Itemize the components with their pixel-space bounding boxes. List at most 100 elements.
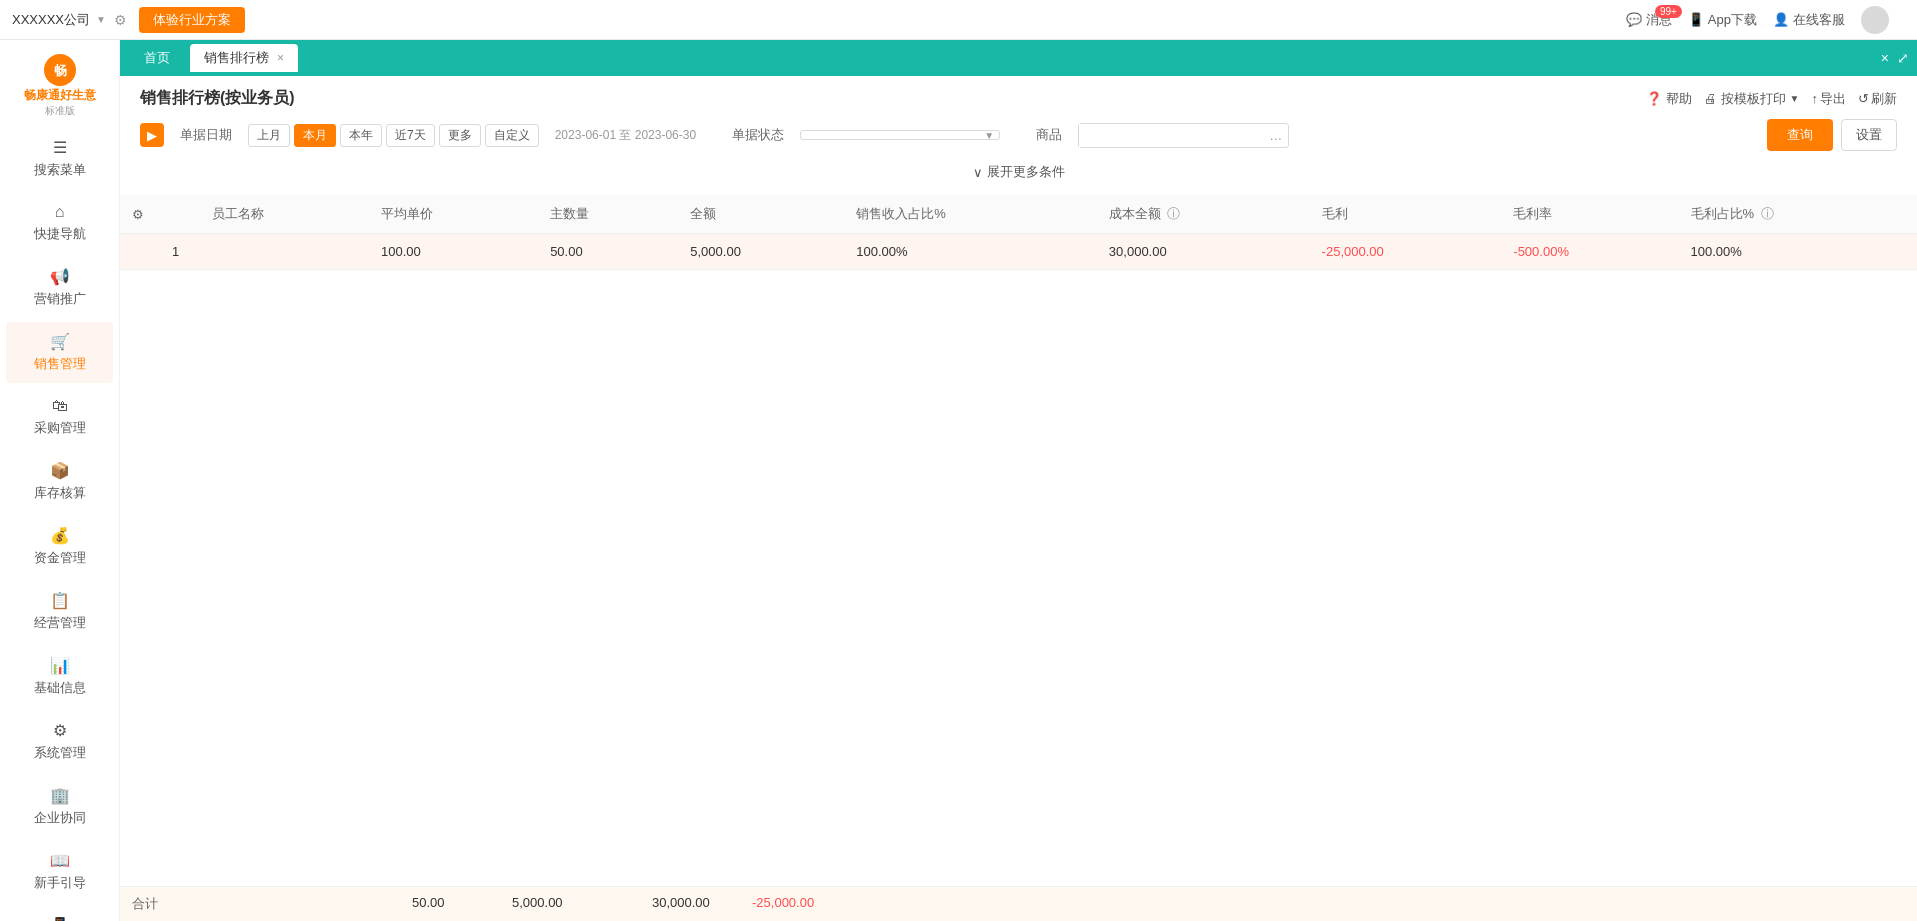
help-btn[interactable]: ❓ 帮助 [1646,90,1692,108]
table-row: 1 100.00 50.00 5,000.00 100.00% 30,000.0… [120,234,1917,270]
sidebar-item-enterprise[interactable]: 🏢 企业协同 [6,776,113,837]
date-more-btn[interactable]: 更多 [439,124,481,147]
company-arrow-icon: ▼ [96,14,106,25]
sidebar-item-purchase[interactable]: 🛍 采购管理 [6,387,113,447]
col-settings-icon[interactable]: ⚙ [132,207,144,222]
sidebar-item-marketing[interactable]: 📢 营销推广 [6,257,113,318]
cell-avg-price: 100.00 [369,234,538,270]
sidebar: 畅 畅康通好生意 标准版 ☰ 搜索菜单 ⌂ 快捷导航 📢 营销推广 🛒 销售管理… [0,40,120,921]
page-content: 销售排行榜(按业务员) ❓ 帮助 🖨 按模板打印 ▼ ↑ 导出 [120,76,1917,921]
settings-btn[interactable]: 设置 [1841,119,1897,151]
topbar-gear-icon[interactable]: ⚙ [114,12,127,28]
cell-gross-rate: -500.00% [1501,234,1678,270]
content: 首页 销售排行榜 × × ⤢ 销售排行榜(按业务员) ❓ 帮助 [120,40,1917,921]
tab-right-controls: × ⤢ [1881,50,1909,66]
date-range-display: 2023-06-01 至 2023-06-30 [555,127,696,144]
tab-home[interactable]: 首页 [128,40,186,76]
date-custom-btn[interactable]: 自定义 [485,124,539,147]
cost-info-icon[interactable]: ⓘ [1167,206,1180,221]
sales-icon: 🛒 [50,332,70,351]
tab-label: 销售排行榜 [204,49,269,67]
finance-icon: 💰 [50,526,70,545]
trial-btn[interactable]: 体验行业方案 [139,7,245,33]
expand-more-row: ∨ 展开更多条件 [140,159,1897,185]
sidebar-item-apps[interactable]: 📱 应用中心 [6,906,113,921]
col-avg-price: 平均单价 [369,195,538,234]
cell-quantity: 50.00 [538,234,678,270]
query-btn[interactable]: 查询 [1767,119,1833,151]
service-label: 在线客服 [1793,11,1845,29]
avatar[interactable] [1861,6,1889,34]
sidebar-item-search-order[interactable]: ☰ 搜索菜单 [6,128,113,189]
message-badge: 99+ [1655,5,1682,18]
sidebar-item-label: 营销推广 [34,290,86,308]
company-selector[interactable]: XXXXXX公司 ▼ [12,11,106,29]
sidebar-item-guide[interactable]: 📖 新手引导 [6,841,113,902]
date-cur-month-btn[interactable]: 本月 [294,124,336,147]
cell-sales-pct: 100.00% [844,234,1097,270]
maximize-icon[interactable]: ⤢ [1897,50,1909,66]
date-last7-btn[interactable]: 近7天 [386,124,435,147]
expand-down-icon: ∨ [973,165,983,180]
col-gross: 毛利 [1310,195,1502,234]
col-cost: 成本全额 ⓘ [1097,195,1310,234]
message-btn[interactable]: 💬 消息 99+ [1626,11,1672,29]
gross-pct-info-icon[interactable]: ⓘ [1761,206,1774,221]
table-container: ⚙ 员工名称 平均单价 主数量 全额 销售收入占比% 成本全额 ⓘ [120,195,1917,886]
app-download-btn[interactable]: 📱 App下载 [1688,11,1757,29]
goods-input[interactable] [1079,124,1263,147]
print-icon: 🖨 [1704,91,1717,106]
status-select[interactable] [800,130,1000,140]
purchase-icon: 🛍 [52,397,68,415]
basic-icon: 📊 [50,656,70,675]
minimize-icon[interactable]: × [1881,50,1889,66]
filter-toggle-btn[interactable]: ▶ [140,123,164,147]
export-icon: ↑ [1812,91,1819,106]
page-header: 销售排行榜(按业务员) ❓ 帮助 🖨 按模板打印 ▼ ↑ 导出 [120,76,1917,109]
goods-label: 商品 [1036,126,1062,144]
service-icon: 👤 [1773,12,1789,27]
goods-input-wrapper: … [1078,123,1289,148]
tab-sales-rank[interactable]: 销售排行榜 × [190,44,298,72]
sidebar-item-label: 快捷导航 [34,225,86,243]
sidebar-item-quick-nav[interactable]: ⌂ 快捷导航 [6,193,113,253]
export-btn[interactable]: ↑ 导出 [1812,90,1847,108]
footer-amount: 5,000.00 [512,895,592,913]
company-name: XXXXXX公司 [12,11,90,29]
topbar: XXXXXX公司 ▼ ⚙ 体验行业方案 💬 消息 99+ 📱 App下载 👤 在… [0,0,1917,40]
col-settings[interactable]: ⚙ [120,195,160,234]
refresh-label: 刷新 [1871,90,1897,108]
sidebar-item-operation[interactable]: 📋 经营管理 [6,581,113,642]
status-select-wrapper: ▼ [800,130,1000,140]
message-icon: 💬 [1626,12,1642,27]
sidebar-logo: 畅 畅康通好生意 标准版 [0,40,119,126]
col-gross-pct: 毛利占比% ⓘ [1679,195,1918,234]
sales-rank-table: ⚙ 员工名称 平均单价 主数量 全额 销售收入占比% 成本全额 ⓘ [120,195,1917,270]
sidebar-item-finance[interactable]: 💰 资金管理 [6,516,113,577]
sidebar-item-inventory[interactable]: 📦 库存核算 [6,451,113,512]
enterprise-icon: 🏢 [50,786,70,805]
sidebar-item-label: 企业协同 [34,809,86,827]
tab-close-icon[interactable]: × [277,51,284,65]
date-filters: 上月 本月 本年 近7天 更多 自定义 [248,124,539,147]
cell-amount: 5,000.00 [678,234,844,270]
apps-icon: 📱 [50,916,70,921]
date-cur-year-btn[interactable]: 本年 [340,124,382,147]
sidebar-item-label: 系统管理 [34,744,86,762]
refresh-icon: ↺ [1858,91,1869,106]
guide-icon: 📖 [50,851,70,870]
goods-more-icon[interactable]: … [1263,128,1288,143]
refresh-btn[interactable]: ↺ 刷新 [1858,90,1897,108]
print-btn[interactable]: 🖨 按模板打印 ▼ [1704,90,1800,108]
sidebar-item-system[interactable]: ⚙ 系统管理 [6,711,113,772]
help-icon: ❓ [1646,91,1662,106]
online-service-btn[interactable]: 👤 在线客服 [1773,11,1845,29]
action-buttons: 查询 设置 [1767,119,1897,151]
col-rank [160,195,200,234]
sidebar-item-sales[interactable]: 🛒 销售管理 [6,322,113,383]
expand-more-btn[interactable]: ∨ 展开更多条件 [973,163,1065,181]
sidebar-item-basic[interactable]: 📊 基础信息 [6,646,113,707]
table-footer: 合计 50.00 5,000.00 30,000.00 -25,000.00 [120,886,1917,921]
table-header-row: ⚙ 员工名称 平均单价 主数量 全额 销售收入占比% 成本全额 ⓘ [120,195,1917,234]
date-prev-month-btn[interactable]: 上月 [248,124,290,147]
